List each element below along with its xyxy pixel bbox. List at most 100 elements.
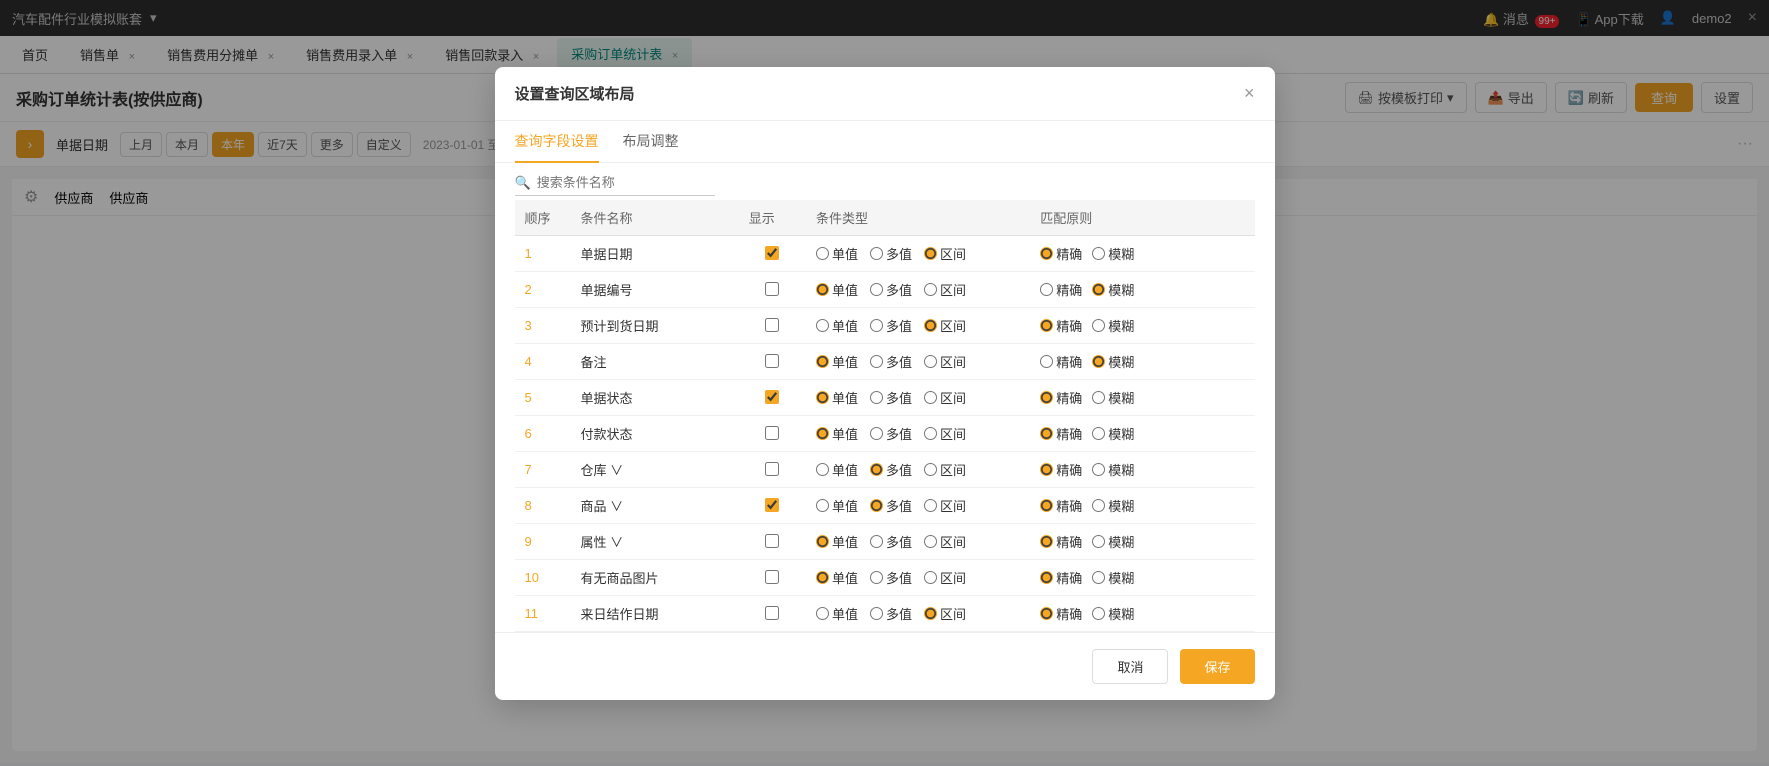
match-option-模糊[interactable]: 模糊 — [1092, 532, 1134, 551]
match-option-模糊[interactable]: 模糊 — [1092, 244, 1134, 263]
type-option-区间[interactable]: 区间 — [924, 532, 966, 551]
match-option-模糊[interactable]: 模糊 — [1092, 316, 1134, 335]
type-option-多值[interactable]: 多值 — [870, 568, 912, 587]
match-option-精确[interactable]: 精确 — [1040, 388, 1082, 407]
type-option-单值[interactable]: 单值 — [816, 568, 858, 587]
type-option-区间[interactable]: 区间 — [924, 460, 966, 479]
type-option-单值[interactable]: 单值 — [816, 604, 858, 623]
dialog-header: 设置查询区域布局 × — [495, 67, 1275, 121]
match-option-精确[interactable]: 精确 — [1040, 316, 1082, 335]
type-option-多值[interactable]: 多值 — [870, 388, 912, 407]
type-option-多值[interactable]: 多值 — [870, 316, 912, 335]
match-radio-group: 精确模糊 — [1040, 316, 1244, 335]
type-option-多值[interactable]: 多值 — [870, 604, 912, 623]
dialog-tab-query[interactable]: 查询字段设置 — [515, 121, 599, 163]
cell-type: 单值多值区间 — [806, 595, 1030, 631]
order-num: 6 — [525, 426, 532, 441]
show-checkbox-label[interactable] — [749, 534, 796, 548]
type-option-多值[interactable]: 多值 — [870, 532, 912, 551]
match-radio-group: 精确模糊 — [1040, 424, 1244, 443]
show-checkbox-label[interactable] — [749, 498, 796, 512]
type-option-多值[interactable]: 多值 — [870, 280, 912, 299]
show-checkbox[interactable] — [765, 282, 779, 296]
match-option-精确[interactable]: 精确 — [1040, 424, 1082, 443]
show-checkbox[interactable] — [765, 390, 779, 404]
type-option-多值[interactable]: 多值 — [870, 424, 912, 443]
match-option-模糊[interactable]: 模糊 — [1092, 496, 1134, 515]
show-checkbox-label[interactable] — [749, 462, 796, 476]
type-option-单值[interactable]: 单值 — [816, 388, 858, 407]
show-checkbox[interactable] — [765, 570, 779, 584]
match-option-精确[interactable]: 精确 — [1040, 568, 1082, 587]
type-option-单值[interactable]: 单值 — [816, 424, 858, 443]
type-option-单值[interactable]: 单值 — [816, 280, 858, 299]
search-input[interactable] — [537, 175, 715, 190]
match-option-精确[interactable]: 精确 — [1040, 244, 1082, 263]
match-option-模糊[interactable]: 模糊 — [1092, 388, 1134, 407]
match-option-模糊[interactable]: 模糊 — [1092, 424, 1134, 443]
match-option-精确[interactable]: 精确 — [1040, 532, 1082, 551]
match-option-模糊[interactable]: 模糊 — [1092, 352, 1134, 371]
match-option-精确[interactable]: 精确 — [1040, 604, 1082, 623]
match-option-精确[interactable]: 精确 — [1040, 280, 1082, 299]
cell-show — [739, 415, 806, 451]
type-option-区间[interactable]: 区间 — [924, 316, 966, 335]
type-option-单值[interactable]: 单值 — [816, 244, 858, 263]
show-checkbox[interactable] — [765, 426, 779, 440]
show-checkbox[interactable] — [765, 498, 779, 512]
type-option-多值[interactable]: 多值 — [870, 460, 912, 479]
match-option-模糊[interactable]: 模糊 — [1092, 604, 1134, 623]
type-option-多值[interactable]: 多值 — [870, 352, 912, 371]
save-btn[interactable]: 保存 — [1180, 649, 1254, 684]
cell-match: 精确模糊 — [1030, 343, 1254, 379]
cell-name: 单据日期 — [571, 235, 739, 271]
table-row: 4备注单值多值区间精确模糊 — [515, 343, 1255, 379]
type-option-单值[interactable]: 单值 — [816, 460, 858, 479]
type-option-区间[interactable]: 区间 — [924, 568, 966, 587]
cell-type: 单值多值区间 — [806, 523, 1030, 559]
show-checkbox-label[interactable] — [749, 246, 796, 260]
type-option-单值[interactable]: 单值 — [816, 532, 858, 551]
order-num: 1 — [525, 246, 532, 261]
show-checkbox-label[interactable] — [749, 570, 796, 584]
type-option-区间[interactable]: 区间 — [924, 244, 966, 263]
type-option-单值[interactable]: 单值 — [816, 316, 858, 335]
cancel-btn[interactable]: 取消 — [1092, 649, 1168, 684]
show-checkbox-label[interactable] — [749, 426, 796, 440]
show-checkbox-label[interactable] — [749, 354, 796, 368]
match-option-模糊[interactable]: 模糊 — [1092, 280, 1134, 299]
show-checkbox-label[interactable] — [749, 390, 796, 404]
type-option-区间[interactable]: 区间 — [924, 280, 966, 299]
type-option-区间[interactable]: 区间 — [924, 496, 966, 515]
match-radio-group: 精确模糊 — [1040, 496, 1244, 515]
show-checkbox-label[interactable] — [749, 318, 796, 332]
show-checkbox-label[interactable] — [749, 606, 796, 620]
type-option-多值[interactable]: 多值 — [870, 244, 912, 263]
show-checkbox[interactable] — [765, 246, 779, 260]
type-option-单值[interactable]: 单值 — [816, 496, 858, 515]
show-checkbox-label[interactable] — [749, 282, 796, 296]
show-checkbox[interactable] — [765, 606, 779, 620]
match-option-模糊[interactable]: 模糊 — [1092, 568, 1134, 587]
show-checkbox[interactable] — [765, 354, 779, 368]
match-option-精确[interactable]: 精确 — [1040, 352, 1082, 371]
match-option-模糊[interactable]: 模糊 — [1092, 460, 1134, 479]
type-option-区间[interactable]: 区间 — [924, 604, 966, 623]
dialog-close-btn[interactable]: × — [1244, 84, 1255, 102]
cell-match: 精确模糊 — [1030, 595, 1254, 631]
match-radio-group: 精确模糊 — [1040, 460, 1244, 479]
show-checkbox[interactable] — [765, 534, 779, 548]
type-option-区间[interactable]: 区间 — [924, 424, 966, 443]
match-option-精确[interactable]: 精确 — [1040, 460, 1082, 479]
type-option-多值[interactable]: 多值 — [870, 496, 912, 515]
cell-type: 单值多值区间 — [806, 343, 1030, 379]
type-option-单值[interactable]: 单值 — [816, 352, 858, 371]
show-checkbox[interactable] — [765, 318, 779, 332]
dialog-tab-layout[interactable]: 布局调整 — [623, 121, 679, 163]
cell-order: 11 — [515, 595, 571, 631]
dialog-search-area: 🔍 — [495, 163, 1275, 200]
type-option-区间[interactable]: 区间 — [924, 388, 966, 407]
type-option-区间[interactable]: 区间 — [924, 352, 966, 371]
match-option-精确[interactable]: 精确 — [1040, 496, 1082, 515]
show-checkbox[interactable] — [765, 462, 779, 476]
